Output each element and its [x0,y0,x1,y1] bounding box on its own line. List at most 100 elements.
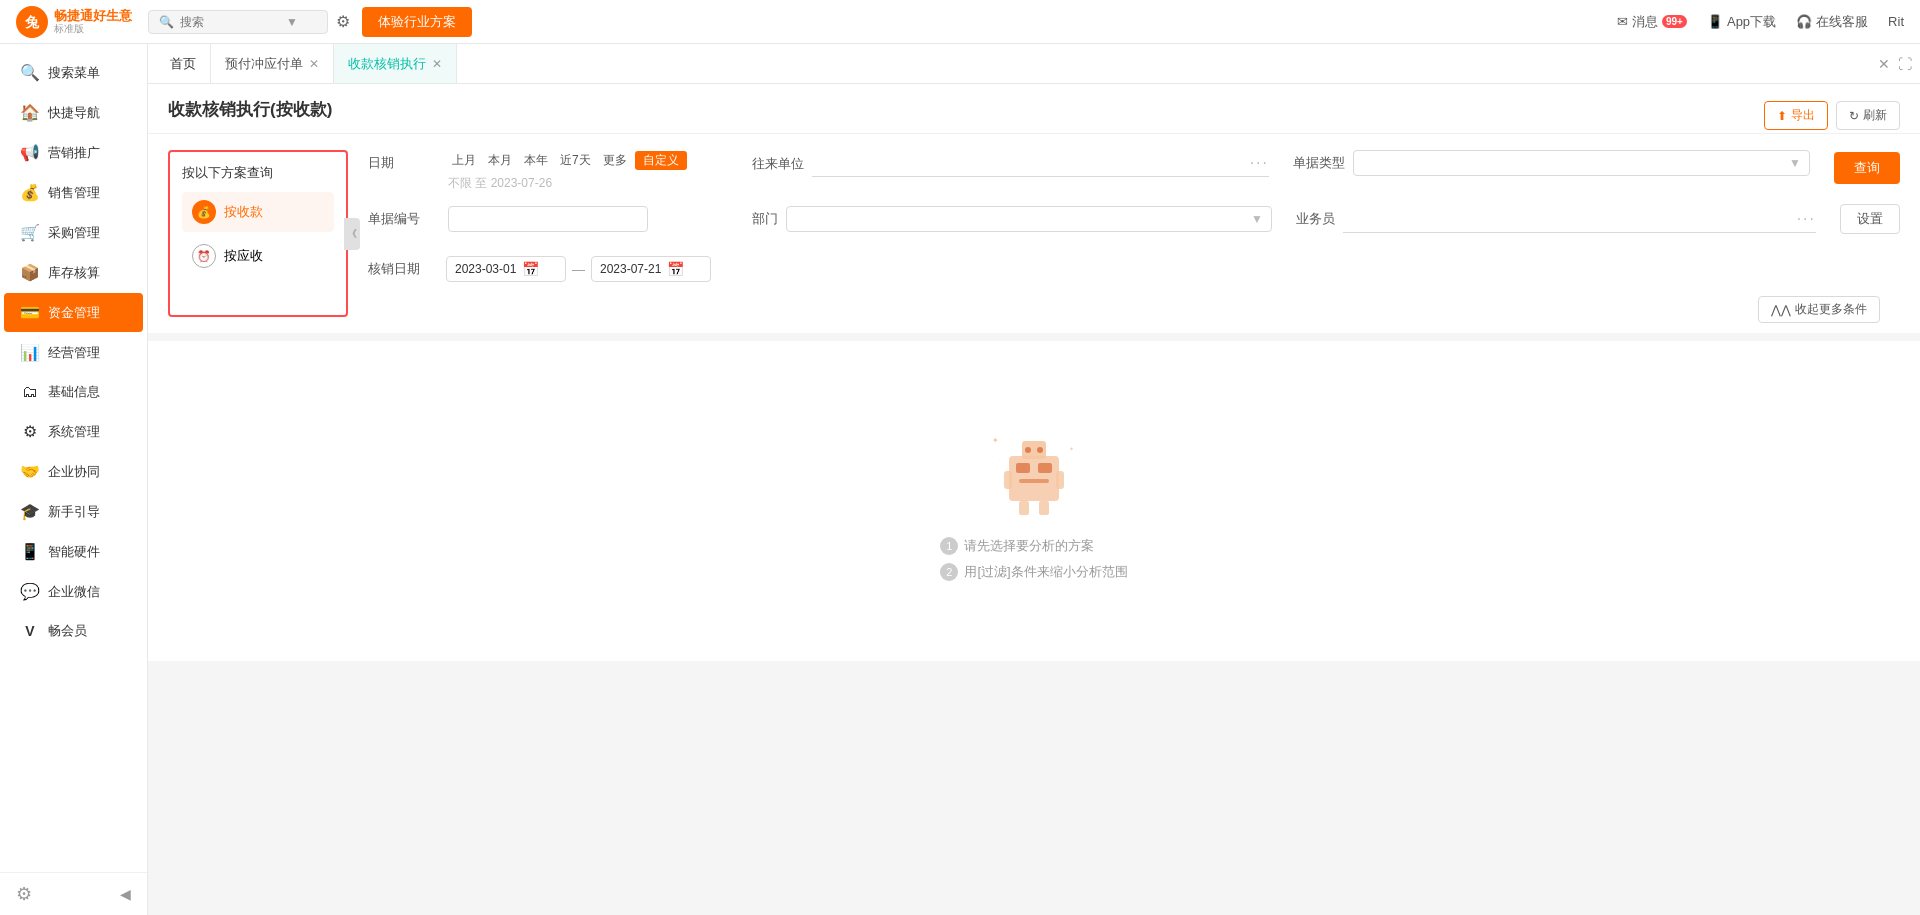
guide-icon: 🎓 [20,502,40,521]
sidebar-label-member: 畅会员 [48,622,87,640]
dept-chevron[interactable]: ▼ [1251,212,1263,226]
doctype-filter: 单据类型 ▼ [1293,150,1810,176]
tab-collection-verify[interactable]: 收款核销执行 ✕ [334,44,457,83]
export-button[interactable]: ⬆ 导出 [1764,101,1828,130]
counterpart-label: 往来单位 [752,155,804,173]
sidebar: 🔍 搜索菜单 🏠 快捷导航 📢 营销推广 💰 销售管理 🛒 采购管理 📦 [0,44,148,915]
svg-text:✦: ✦ [1069,446,1074,452]
svg-rect-9 [1004,471,1012,489]
empty-state: ✦ ✦ · 1 请先选择要分析的方案 2 用[过滤]条件来缩小分析范围 [148,341,1920,661]
gear-icon[interactable]: ⚙ [336,12,350,31]
online-service-item[interactable]: 🎧 在线客服 [1796,13,1868,31]
tab-collection-close[interactable]: ✕ [432,58,442,70]
enterprise-icon: 🤝 [20,462,40,481]
sidebar-item-operation[interactable]: 📊 经营管理 [4,333,143,372]
shortcut-this-year[interactable]: 本年 [520,150,552,171]
user-name[interactable]: Rit [1888,14,1904,29]
svg-rect-5 [1019,479,1049,483]
tab-home[interactable]: 首页 [156,44,211,83]
sidebar-item-marketing[interactable]: 📢 营销推广 [4,133,143,172]
settings-button[interactable]: 设置 [1840,204,1900,234]
right-filter-area: 日期 上月 本月 本年 近7天 更多 自定义 不限 至 [348,134,1920,333]
sidebar-item-basic-info[interactable]: 🗂 基础信息 [4,373,143,411]
shortcut-7days[interactable]: 近7天 [556,150,595,171]
sidebar-item-search[interactable]: 🔍 搜索菜单 [4,53,143,92]
search-box[interactable]: 🔍 ▼ [148,10,328,34]
page-title: 收款核销执行(按收款) [168,98,332,121]
sidebar-label-smart-hw: 智能硬件 [48,543,100,561]
svg-rect-4 [1038,463,1052,473]
counterpart-dots[interactable]: ··· [1250,154,1269,172]
empty-illustration: ✦ ✦ · [984,421,1084,521]
filter-option-by-collection[interactable]: 💰 按收款 [182,192,334,232]
sidebar-item-system[interactable]: ⚙ 系统管理 [4,412,143,451]
date-filter-group: 日期 上月 本月 本年 近7天 更多 自定义 不限 至 [368,150,728,192]
query-button[interactable]: 查询 [1834,152,1900,184]
collapse-filter-panel-btn[interactable]: 《 [344,218,360,250]
refresh-button[interactable]: ↻ 刷新 [1836,101,1900,130]
verify-date-end-value: 2023-07-21 [600,262,661,276]
search-menu-icon: 🔍 [20,63,40,82]
clipboard-icon: 🗂 [20,383,40,401]
sidebar-item-guide[interactable]: 🎓 新手引导 [4,492,143,531]
no-limit-text: 不限 至 2023-07-26 [448,175,687,192]
settings-bottom-icon[interactable]: ⚙ [16,883,32,905]
verify-date-start[interactable]: 2023-03-01 📅 [446,256,566,282]
employee-dots[interactable]: ··· [1797,210,1816,228]
sidebar-item-wechat-biz[interactable]: 💬 企业微信 [4,572,143,611]
collapse-sidebar-icon[interactable]: ◀ [120,886,131,902]
sidebar-item-inventory[interactable]: 📦 库存核算 [4,253,143,292]
settings-btn-container: 设置 [1840,204,1900,234]
search-input[interactable] [180,15,280,29]
collection-icon: 💰 [192,200,216,224]
app-download-item[interactable]: 📱 App下载 [1707,13,1776,31]
date-range-separator: — [572,262,585,277]
logo-svg: 兔 [16,6,48,38]
device-icon: 📱 [20,542,40,561]
wechat-icon: 💬 [20,582,40,601]
message-item[interactable]: ✉ 消息 99+ [1617,13,1687,31]
sidebar-item-member[interactable]: V 畅会员 [4,612,143,650]
shortcut-last-month[interactable]: 上月 [448,150,480,171]
collapse-more-row: ⋀⋀ 收起更多条件 [368,292,1900,333]
sidebar-item-smart-hw[interactable]: 📱 智能硬件 [4,532,143,571]
sidebar-label-system: 系统管理 [48,423,100,441]
docno-input[interactable] [448,206,648,232]
svg-rect-12 [1039,501,1049,515]
verify-date-label: 核销日期 [368,260,440,278]
tab-close-all-icon[interactable]: ✕ [1878,56,1890,72]
sidebar-label-basic-info: 基础信息 [48,383,100,401]
date-label: 日期 [368,150,440,172]
sidebar-item-enterprise[interactable]: 🤝 企业协同 [4,452,143,491]
sidebar-label-sales: 销售管理 [48,184,100,202]
tab-collection-label: 收款核销执行 [348,55,426,73]
sidebar-label-search: 搜索菜单 [48,64,100,82]
export-label: 导出 [1791,107,1815,124]
cart-icon: 🛒 [20,223,40,242]
collapse-more-label: 收起更多条件 [1795,301,1867,318]
sidebar-item-quick-nav[interactable]: 🏠 快捷导航 [4,93,143,132]
app-subtitle: 标准版 [54,23,132,35]
sidebar-menu: 🔍 搜索菜单 🏠 快捷导航 📢 营销推广 💰 销售管理 🛒 采购管理 📦 [0,44,147,872]
tabs-bar: 首页 预付冲应付单 ✕ 收款核销执行 ✕ ✕ ⛶ [148,44,1920,84]
doctype-chevron[interactable]: ▼ [1789,156,1801,170]
custom-date-badge[interactable]: 自定义 [635,151,687,170]
tab-prepay-conflict[interactable]: 预付冲应付单 ✕ [211,44,334,83]
filter-panel-wrapper: 按以下方案查询 💰 按收款 ⏰ 按应收 《 [148,134,1920,333]
filter-option-by-receivable[interactable]: ⏰ 按应收 [182,236,334,276]
tab-fullscreen-icon[interactable]: ⛶ [1898,56,1912,72]
calendar-start-icon: 📅 [522,261,539,277]
sidebar-item-finance[interactable]: 💳 资金管理 [4,293,143,332]
collapse-more-button[interactable]: ⋀⋀ 收起更多条件 [1758,296,1880,323]
doctype-label: 单据类型 [1293,154,1345,172]
sidebar-item-sales[interactable]: 💰 销售管理 [4,173,143,212]
verify-date-end[interactable]: 2023-07-21 📅 [591,256,711,282]
app-download-label: App下载 [1727,13,1776,31]
svg-rect-3 [1016,463,1030,473]
shortcut-this-month[interactable]: 本月 [484,150,516,171]
trial-button[interactable]: 体验行业方案 [362,7,472,37]
chevron-down-icon[interactable]: ▼ [286,15,298,29]
tab-prepay-close[interactable]: ✕ [309,58,319,70]
sidebar-item-purchase[interactable]: 🛒 采购管理 [4,213,143,252]
shortcut-more[interactable]: 更多 [599,150,631,171]
